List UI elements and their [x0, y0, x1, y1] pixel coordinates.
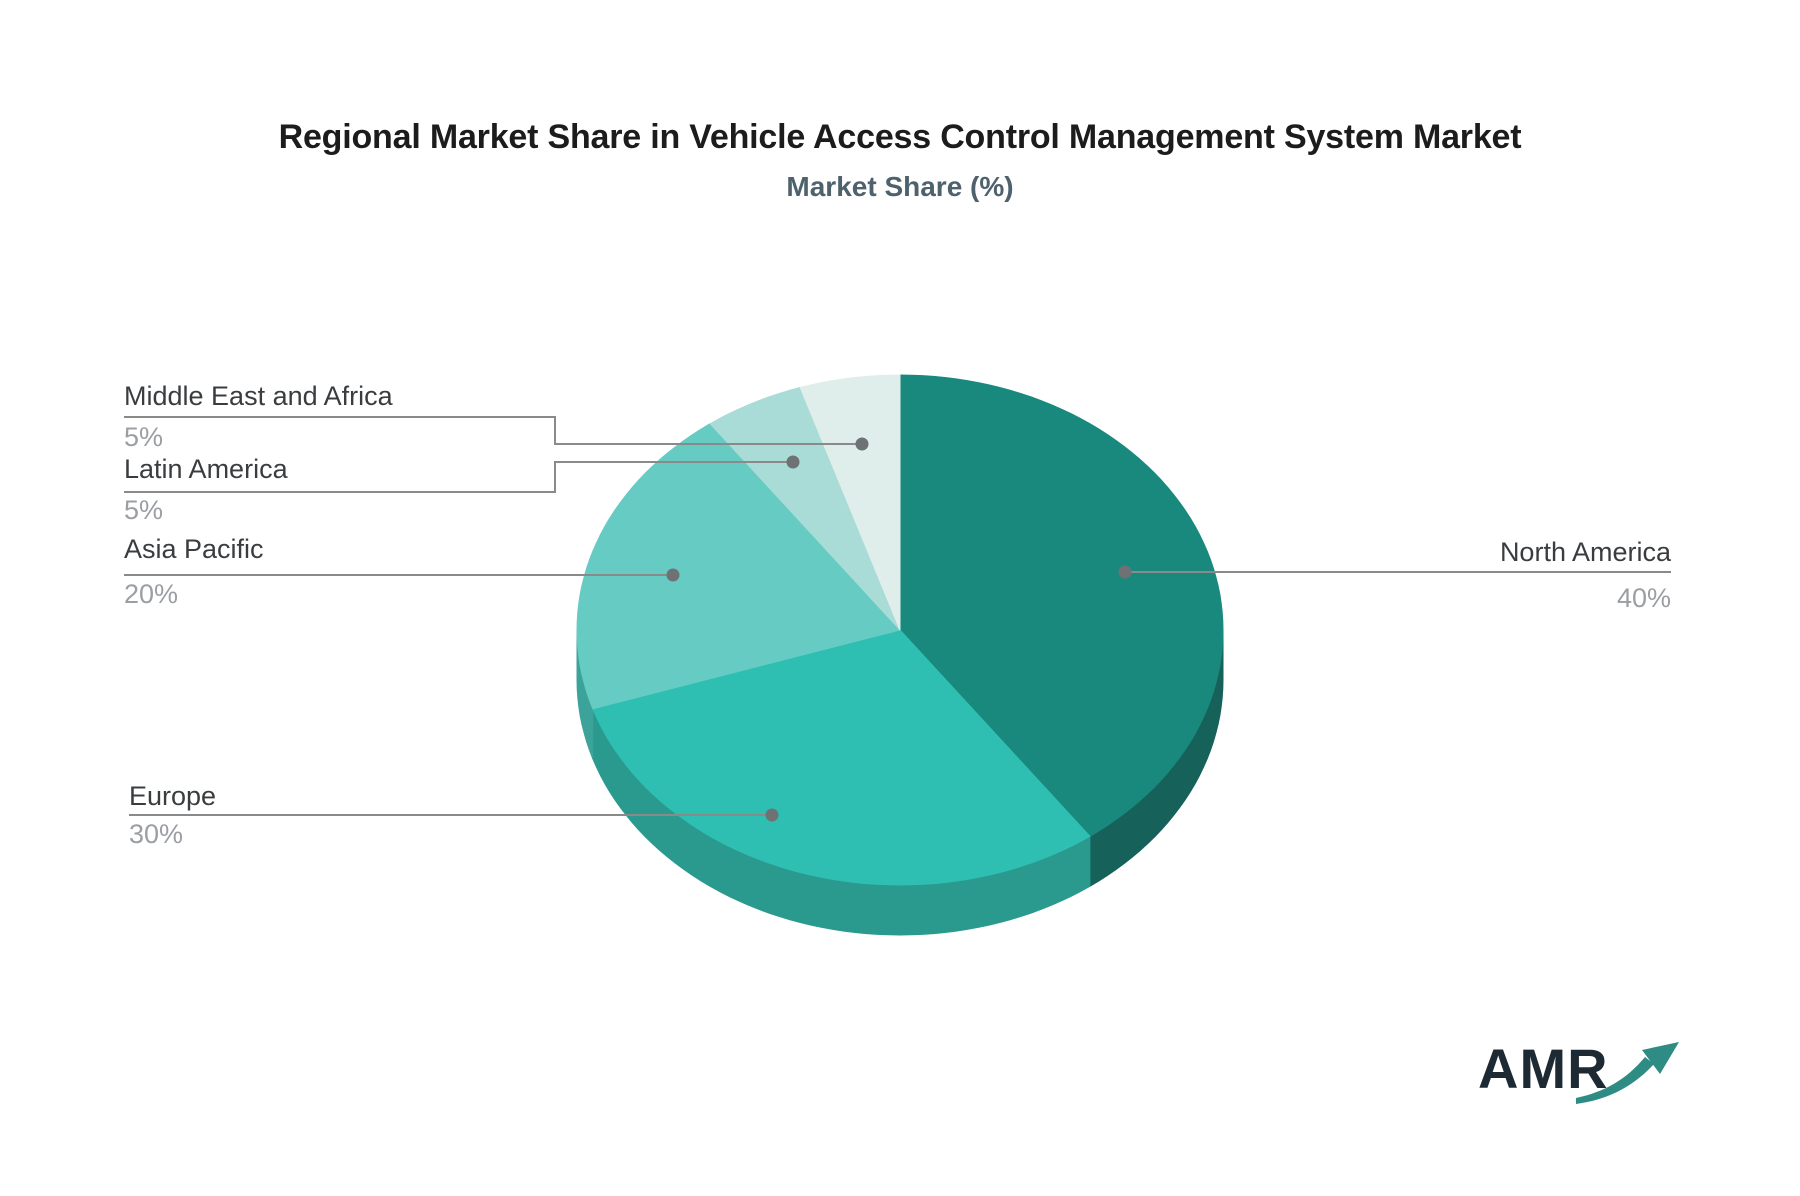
value-latin-america: 5% [124, 497, 163, 524]
label-north-america: North America [1500, 539, 1671, 566]
slice-pct: 40% [1616, 583, 1671, 613]
slice-pct: 5% [124, 495, 164, 525]
value-middle-east-and-africa: 5% [124, 424, 163, 451]
slice-name: Middle East and Africa [124, 381, 393, 411]
amr-logo: AMR [1478, 1036, 1679, 1116]
slice-pct: 30% [129, 819, 184, 849]
pie-chart [124, 374, 1671, 936]
slice-name: Europe [129, 781, 217, 811]
value-europe: 30% [129, 821, 183, 848]
label-europe: Europe [129, 783, 216, 810]
leader-dot-europe [765, 808, 779, 822]
leader-dot-asia-pacific [666, 568, 680, 582]
leader-dot-north-america [1118, 565, 1132, 579]
slice-name: North America [1499, 537, 1671, 567]
slice-name: Latin America [124, 454, 288, 484]
value-asia-pacific: 20% [124, 581, 178, 608]
slice-name: Asia Pacific [124, 534, 264, 564]
label-middle-east-and-africa: Middle East and Africa [124, 383, 393, 410]
value-north-america: 40% [1617, 585, 1671, 612]
slice-pct: 20% [124, 579, 179, 609]
leader-dot-latin-america [786, 455, 800, 469]
label-asia-pacific: Asia Pacific [124, 536, 264, 563]
leader-dot-middle-east-and-africa [855, 437, 869, 451]
logo-arrow-icon [1576, 1042, 1679, 1104]
label-latin-america: Latin America [124, 456, 288, 483]
slice-pct: 5% [124, 422, 164, 452]
